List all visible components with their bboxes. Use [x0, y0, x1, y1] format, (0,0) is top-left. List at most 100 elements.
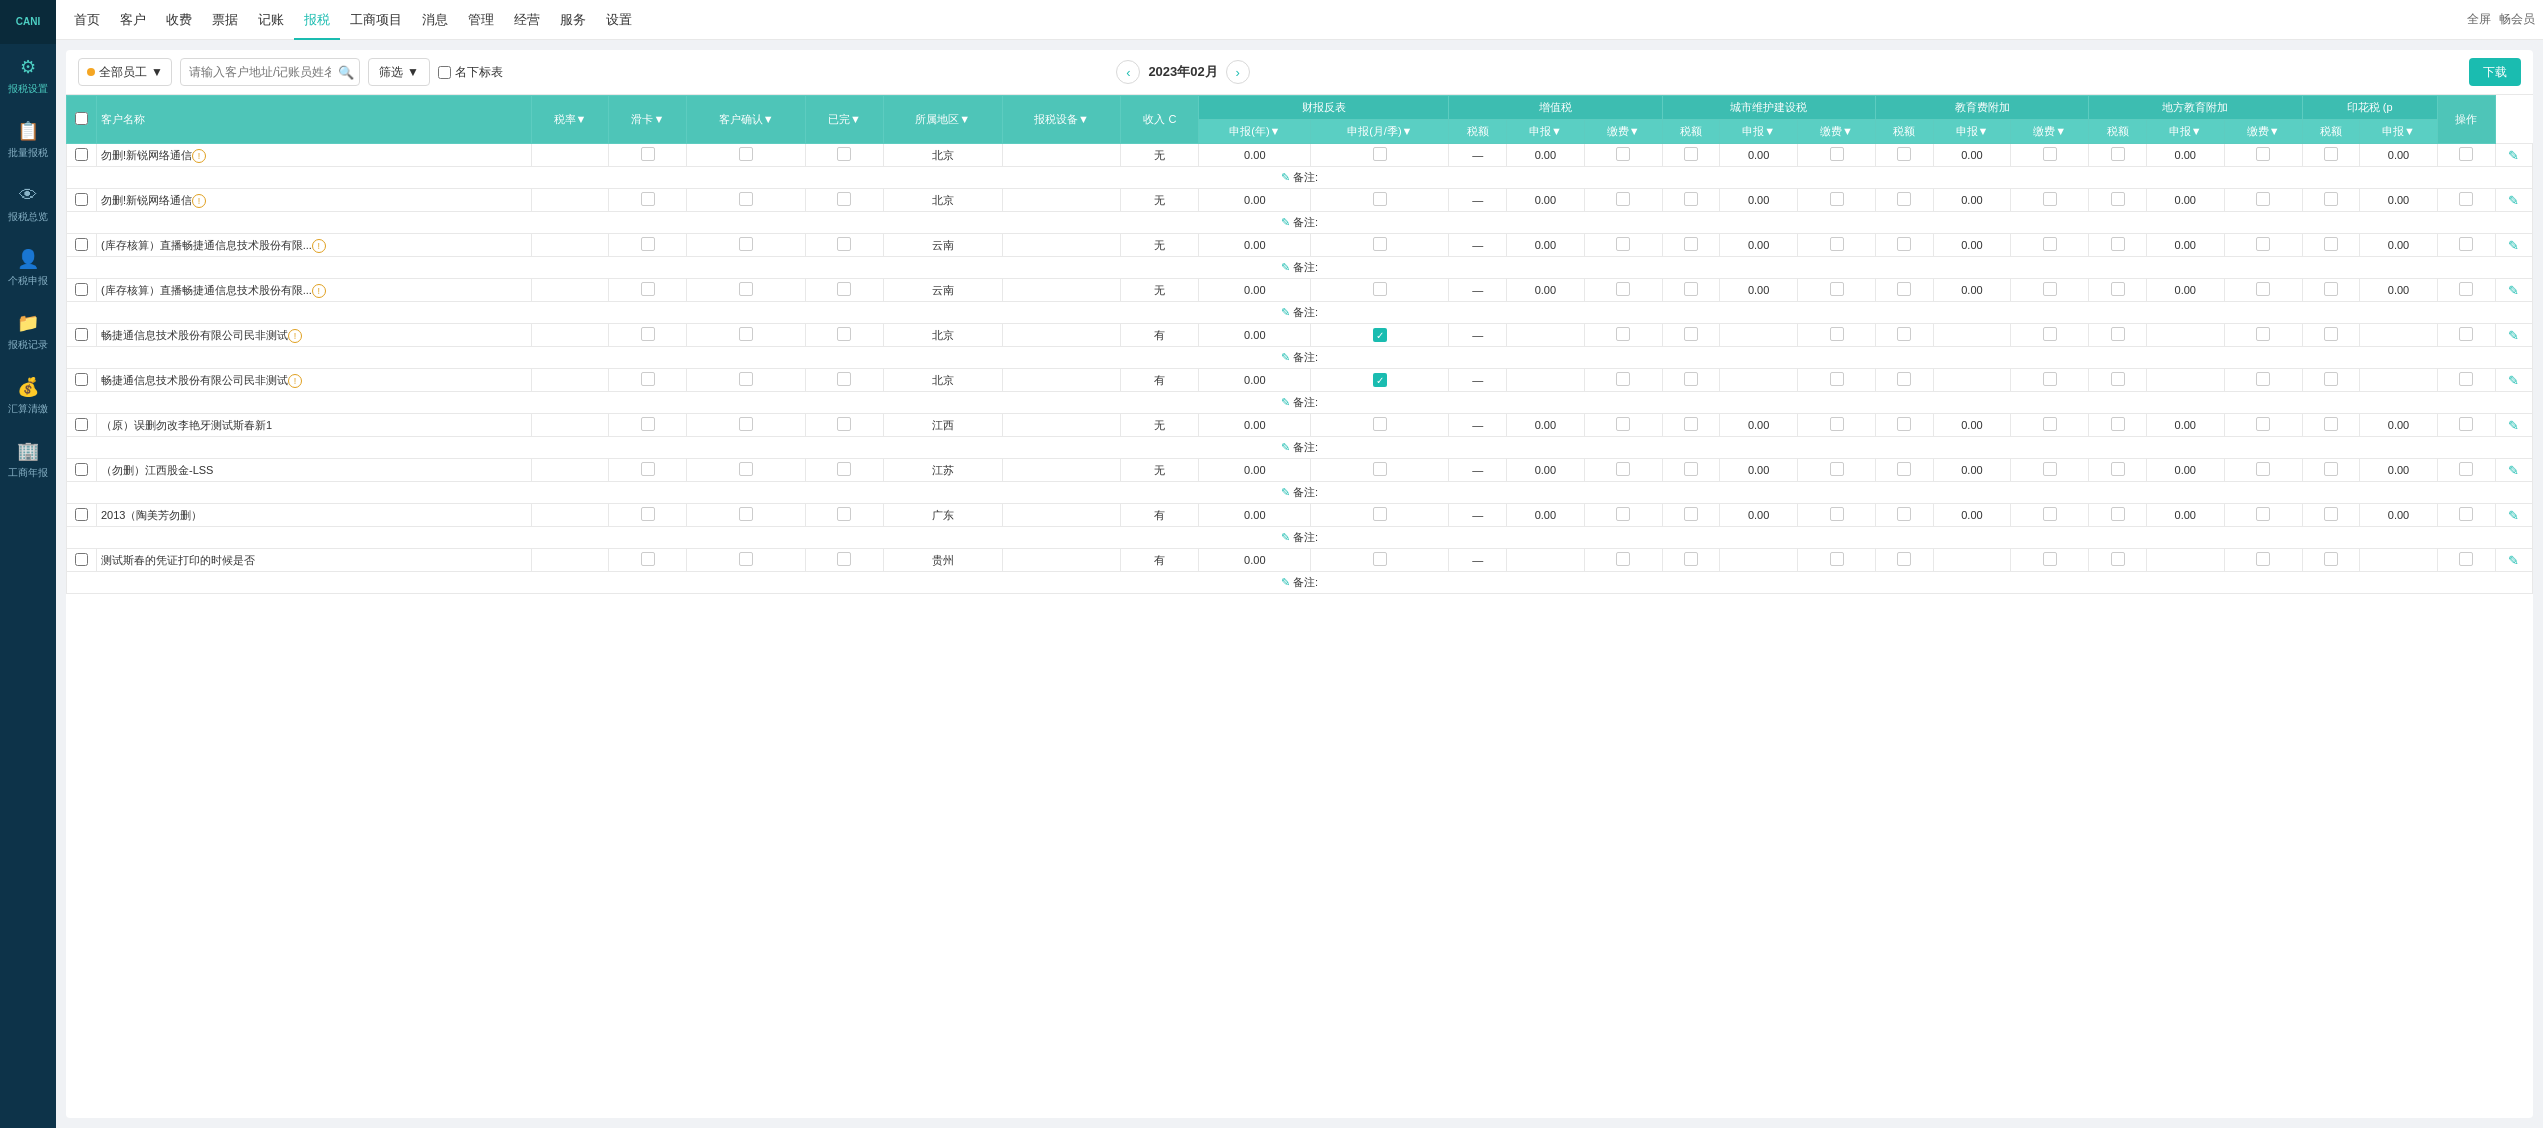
edit-icon[interactable]: ✎ [2508, 508, 2519, 523]
warn-icon[interactable]: ! [192, 149, 206, 163]
unchecked-checkbox[interactable] [837, 327, 851, 341]
unchecked-checkbox[interactable] [1897, 552, 1911, 566]
search-icon[interactable]: 🔍 [338, 65, 354, 80]
unchecked-checkbox[interactable] [2459, 372, 2473, 386]
unchecked-checkbox[interactable] [2324, 327, 2338, 341]
unchecked-checkbox[interactable] [2256, 147, 2270, 161]
edit-icon[interactable]: ✎ [2508, 148, 2519, 163]
unchecked-checkbox[interactable] [641, 282, 655, 296]
unchecked-checkbox[interactable] [1830, 462, 1844, 476]
filter-button[interactable]: 筛选 ▼ [368, 58, 430, 86]
unchecked-checkbox[interactable] [2256, 372, 2270, 386]
unchecked-checkbox[interactable] [2324, 147, 2338, 161]
fullscreen-button[interactable]: 全屏 [2467, 11, 2491, 28]
nav-bookkeeping[interactable]: 记账 [248, 0, 294, 40]
select-all-checkbox[interactable] [75, 112, 88, 125]
unchecked-checkbox[interactable] [2256, 237, 2270, 251]
unchecked-checkbox[interactable] [641, 552, 655, 566]
nav-invoice[interactable]: 票据 [202, 0, 248, 40]
unchecked-checkbox[interactable] [1373, 462, 1387, 476]
unchecked-checkbox[interactable] [2111, 192, 2125, 206]
nav-messages[interactable]: 消息 [412, 0, 458, 40]
unchecked-checkbox[interactable] [2459, 327, 2473, 341]
unchecked-checkbox[interactable] [2459, 237, 2473, 251]
unchecked-checkbox[interactable] [1684, 147, 1698, 161]
row-checkbox[interactable] [75, 328, 88, 341]
nav-home[interactable]: 首页 [64, 0, 110, 40]
unchecked-checkbox[interactable] [2043, 237, 2057, 251]
unchecked-checkbox[interactable] [2256, 417, 2270, 431]
unchecked-checkbox[interactable] [2111, 282, 2125, 296]
th-city-fee[interactable]: 缴费▼ [1798, 120, 1876, 144]
unchecked-checkbox[interactable] [837, 282, 851, 296]
nav-tax[interactable]: 报税 [294, 0, 340, 40]
unchecked-checkbox[interactable] [2459, 507, 2473, 521]
nav-service[interactable]: 服务 [550, 0, 596, 40]
edit-icon[interactable]: ✎ [2508, 283, 2519, 298]
th-fin-month[interactable]: 申报(月/季)▼ [1311, 120, 1449, 144]
unchecked-checkbox[interactable] [2043, 147, 2057, 161]
unchecked-checkbox[interactable] [2256, 327, 2270, 341]
unchecked-checkbox[interactable] [2256, 282, 2270, 296]
unchecked-checkbox[interactable] [837, 417, 851, 431]
unchecked-checkbox[interactable] [739, 147, 753, 161]
unchecked-checkbox[interactable] [1897, 417, 1911, 431]
unchecked-checkbox[interactable] [1373, 507, 1387, 521]
unchecked-checkbox[interactable] [1830, 282, 1844, 296]
unchecked-checkbox[interactable] [2324, 552, 2338, 566]
unchecked-checkbox[interactable] [1373, 192, 1387, 206]
unchecked-checkbox[interactable] [1830, 372, 1844, 386]
unchecked-checkbox[interactable] [837, 192, 851, 206]
sidebar-item-settlement[interactable]: 💰 汇算清缴 [0, 364, 56, 428]
th-done[interactable]: 已完▼ [806, 96, 884, 144]
th-edu-report[interactable]: 申报▼ [1933, 120, 2011, 144]
unchecked-checkbox[interactable] [739, 507, 753, 521]
unchecked-checkbox[interactable] [1897, 327, 1911, 341]
th-vat-fee[interactable]: 缴费▼ [1584, 120, 1662, 144]
unchecked-checkbox[interactable] [1616, 237, 1630, 251]
unchecked-checkbox[interactable] [2043, 552, 2057, 566]
unchecked-checkbox[interactable] [2111, 372, 2125, 386]
unchecked-checkbox[interactable] [1616, 507, 1630, 521]
unchecked-checkbox[interactable] [2111, 552, 2125, 566]
unchecked-checkbox[interactable] [2459, 552, 2473, 566]
checked-checkbox[interactable]: ✓ [1373, 328, 1387, 342]
unchecked-checkbox[interactable] [837, 372, 851, 386]
unchecked-checkbox[interactable] [2324, 507, 2338, 521]
unchecked-checkbox[interactable] [2324, 462, 2338, 476]
unchecked-checkbox[interactable] [1684, 507, 1698, 521]
unchecked-checkbox[interactable] [739, 372, 753, 386]
unchecked-checkbox[interactable] [641, 417, 655, 431]
nav-management[interactable]: 管理 [458, 0, 504, 40]
row-checkbox[interactable] [75, 418, 88, 431]
unchecked-checkbox[interactable] [2043, 507, 2057, 521]
unchecked-checkbox[interactable] [1684, 192, 1698, 206]
unchecked-checkbox[interactable] [739, 192, 753, 206]
unchecked-checkbox[interactable] [1373, 417, 1387, 431]
unchecked-checkbox[interactable] [1616, 192, 1630, 206]
unchecked-checkbox[interactable] [1830, 147, 1844, 161]
unchecked-checkbox[interactable] [1897, 372, 1911, 386]
row-checkbox[interactable] [75, 508, 88, 521]
unchecked-checkbox[interactable] [1616, 462, 1630, 476]
unchecked-checkbox[interactable] [1684, 282, 1698, 296]
th-city-report[interactable]: 申报▼ [1720, 120, 1798, 144]
sidebar-item-annual-report[interactable]: 🏢 工商年报 [0, 428, 56, 492]
th-swipe[interactable]: 滑卡▼ [609, 96, 687, 144]
unchecked-checkbox[interactable] [2111, 237, 2125, 251]
th-local-fee[interactable]: 缴费▼ [2224, 120, 2302, 144]
th-income[interactable]: 收入 C [1121, 96, 1199, 144]
name-list-checkbox[interactable] [438, 66, 451, 79]
th-vat-report[interactable]: 申报▼ [1506, 120, 1584, 144]
row-checkbox[interactable] [75, 463, 88, 476]
unchecked-checkbox[interactable] [1830, 327, 1844, 341]
unchecked-checkbox[interactable] [1373, 147, 1387, 161]
row-checkbox[interactable] [75, 238, 88, 251]
unchecked-checkbox[interactable] [739, 237, 753, 251]
download-button[interactable]: 下载 [2469, 58, 2521, 86]
unchecked-checkbox[interactable] [2111, 147, 2125, 161]
unchecked-checkbox[interactable] [641, 147, 655, 161]
unchecked-checkbox[interactable] [2043, 462, 2057, 476]
th-device[interactable]: 报税设备▼ [1002, 96, 1121, 144]
unchecked-checkbox[interactable] [1830, 192, 1844, 206]
